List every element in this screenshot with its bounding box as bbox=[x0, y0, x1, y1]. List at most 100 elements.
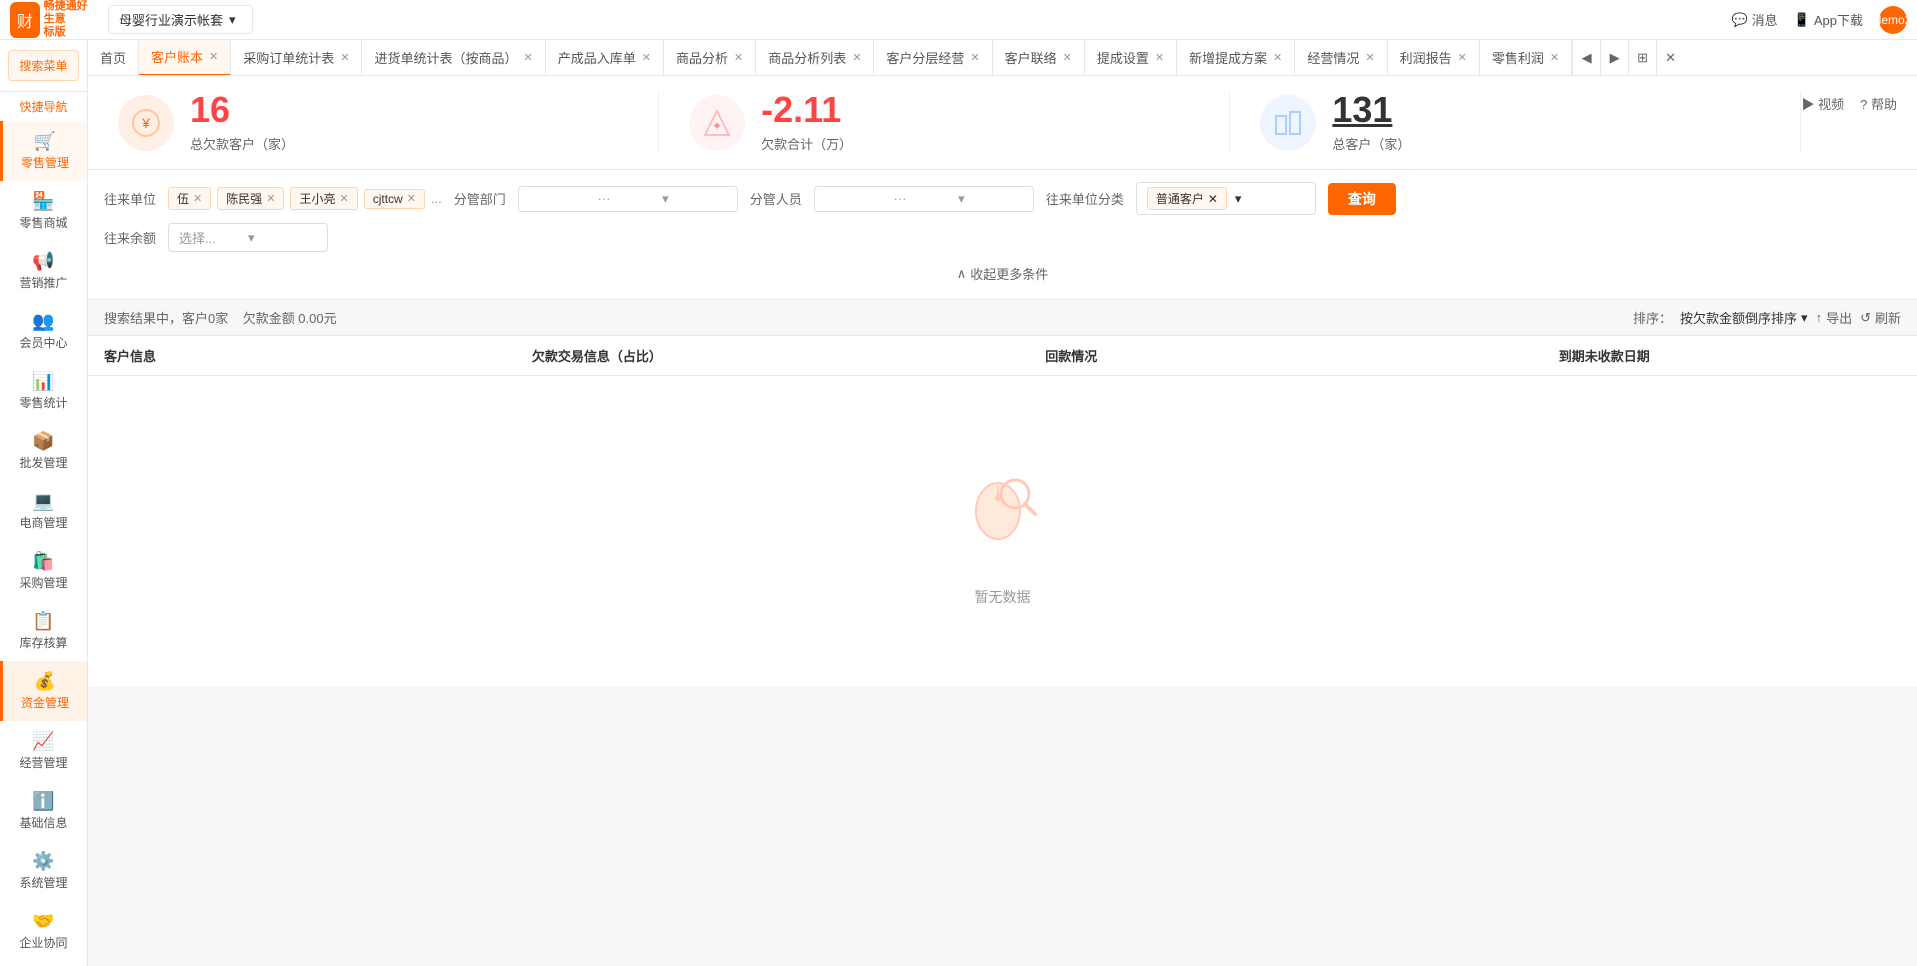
remainder-chevron-icon bbox=[248, 230, 317, 246]
logo-text: 畅捷通好生意 标版 bbox=[44, 0, 98, 39]
stat-icon-orange: ¥ bbox=[118, 95, 174, 151]
person-filter-select[interactable]: ··· bbox=[814, 186, 1034, 212]
sidebar-item-ecommerce[interactable]: 💻 电商管理 bbox=[0, 481, 87, 541]
tab-purchase-order-stats[interactable]: 采购订单统计表 ✕ bbox=[231, 40, 362, 76]
query-button[interactable]: 查询 bbox=[1328, 183, 1396, 215]
tab-inbound-stats[interactable]: 进货单统计表（按商品） ✕ bbox=[362, 40, 545, 76]
sidebar-item-operations[interactable]: 📈 经营管理 bbox=[0, 721, 87, 781]
empty-state-text: 暂无数据 bbox=[975, 587, 1031, 607]
person-chevron-icon bbox=[958, 191, 1023, 207]
filter-tag-wang-close[interactable]: ✕ bbox=[340, 192, 349, 205]
chevron-up-icon: ∧ bbox=[957, 266, 967, 282]
sidebar-item-member[interactable]: 👥 会员中心 bbox=[0, 301, 87, 361]
dept-filter-dots[interactable]: ··· bbox=[597, 191, 662, 206]
tab-close-product-analysis[interactable]: ✕ bbox=[734, 51, 743, 64]
tab-customer-tier[interactable]: 客户分层经营 ✕ bbox=[874, 40, 992, 76]
col-header-debt: 欠款交易信息（占比） bbox=[532, 346, 1045, 365]
tab-nav-next[interactable]: ▶ bbox=[1600, 40, 1628, 76]
export-button[interactable]: ↑ 导出 bbox=[1816, 308, 1853, 327]
filter-tag-cjttcw: cjttcw ✕ bbox=[364, 189, 425, 209]
sidebar-item-inventory[interactable]: 📋 库存核算 bbox=[0, 601, 87, 661]
dept-chevron-icon bbox=[662, 191, 727, 207]
sidebar-item-retail-manage[interactable]: 🛒 零售管理 bbox=[0, 121, 87, 181]
refresh-icon: ↺ bbox=[1860, 310, 1871, 326]
classify-tag-close[interactable]: ✕ bbox=[1208, 192, 1218, 206]
tab-close-customer-account[interactable]: ✕ bbox=[209, 50, 218, 63]
tab-close-all-button[interactable]: ✕ bbox=[1656, 40, 1684, 76]
filter-more-button[interactable]: ... bbox=[431, 191, 442, 206]
refresh-button[interactable]: ↺ 刷新 bbox=[1860, 308, 1901, 327]
sidebar-item-retail-mall[interactable]: 🏪 零售商城 bbox=[0, 181, 87, 241]
table-header: 客户信息 欠款交易信息（占比） 回款情况 到期未收款日期 bbox=[88, 336, 1917, 376]
sidebar-item-purchase[interactable]: 🛍️ 采购管理 bbox=[0, 541, 87, 601]
tab-close-product-analysis-list[interactable]: ✕ bbox=[852, 51, 861, 64]
tab-close-inbound-stats[interactable]: ✕ bbox=[524, 51, 533, 64]
stat-label-debt-amount: 欠款合计（万） bbox=[761, 134, 852, 153]
tab-home[interactable]: 首页 bbox=[88, 40, 139, 76]
video-icon: ▶ bbox=[1801, 97, 1814, 112]
tab-customer-contact[interactable]: 客户联络 ✕ bbox=[993, 40, 1085, 76]
filter-tag-cjttcw-close[interactable]: ✕ bbox=[407, 192, 416, 205]
help-link[interactable]: ? 帮助 bbox=[1860, 94, 1897, 113]
tab-close-customer-contact[interactable]: ✕ bbox=[1063, 51, 1072, 64]
search-menu-button[interactable]: 搜索菜单 bbox=[8, 50, 79, 81]
col-header-date: 到期未收款日期 bbox=[1559, 346, 1901, 365]
quick-nav-button[interactable]: 快捷导航 bbox=[0, 91, 87, 121]
sort-chevron-icon bbox=[1801, 310, 1808, 326]
org-selector[interactable]: 母婴行业演示帐套 bbox=[108, 5, 253, 34]
sidebar-item-system[interactable]: ⚙️ 系统管理 bbox=[0, 841, 87, 901]
sidebar-item-enterprise-coop[interactable]: 🤝 企业协同 bbox=[0, 901, 87, 961]
tab-add-commission-plan[interactable]: 新增提成方案 ✕ bbox=[1177, 40, 1295, 76]
app-download-button[interactable]: 📱 App下载 bbox=[1794, 10, 1863, 29]
remainder-filter-select[interactable]: 选择... bbox=[168, 223, 328, 252]
tab-product-analysis[interactable]: 商品分析 ✕ bbox=[664, 40, 756, 76]
stat-label-debt-customers: 总欠款客户（家） bbox=[190, 134, 294, 153]
finance-icon: 💰 bbox=[3, 671, 87, 692]
tab-close-operations-status[interactable]: ✕ bbox=[1365, 51, 1374, 64]
filter-tag-chen-close[interactable]: ✕ bbox=[266, 192, 275, 205]
org-chevron-icon bbox=[229, 12, 236, 28]
retail-manage-icon: 🛒 bbox=[3, 131, 87, 152]
sidebar-item-new-guide[interactable]: 🎯 新手引导 bbox=[0, 961, 87, 966]
help-icon: ? bbox=[1860, 97, 1867, 112]
video-link[interactable]: ▶ 视频 bbox=[1801, 94, 1844, 113]
tab-customer-account[interactable]: 客户账本 ✕ bbox=[139, 40, 231, 76]
stat-total-debt-amount: ✦ -2.11 欠款合计（万） bbox=[659, 92, 1230, 153]
tab-operations-status[interactable]: 经营情况 ✕ bbox=[1295, 40, 1387, 76]
tab-retail-profit[interactable]: 零售利润 ✕ bbox=[1480, 40, 1572, 76]
avatar[interactable]: demo2 bbox=[1879, 6, 1907, 34]
sidebar-item-finance[interactable]: 💰 资金管理 bbox=[0, 661, 87, 721]
sort-select[interactable]: 按欠款金额倒序排序 bbox=[1680, 308, 1808, 327]
unit-filter-tags: 伍 ✕ 陈民强 ✕ 王小亮 ✕ bbox=[168, 187, 442, 210]
tab-close-commission-settings[interactable]: ✕ bbox=[1155, 51, 1164, 64]
tab-expand-button[interactable]: ⊞ bbox=[1628, 40, 1656, 76]
sidebar-item-batch-manage[interactable]: 📦 批发管理 bbox=[0, 421, 87, 481]
collapse-filters-button[interactable]: ∧ 收起更多条件 bbox=[104, 260, 1901, 287]
tab-close-add-commission-plan[interactable]: ✕ bbox=[1273, 51, 1282, 64]
tab-close-purchase-order-stats[interactable]: ✕ bbox=[340, 51, 349, 64]
retail-stats-icon: 📊 bbox=[0, 371, 87, 392]
sidebar-item-marketing[interactable]: 📢 营销推广 bbox=[0, 241, 87, 301]
sort-label: 排序： bbox=[1633, 308, 1672, 327]
tab-profit-report[interactable]: 利润报告 ✕ bbox=[1388, 40, 1480, 76]
classify-filter[interactable]: 普通客户 ✕ bbox=[1136, 182, 1316, 215]
dept-filter-select[interactable]: ··· bbox=[518, 186, 738, 212]
empty-state: 暂无数据 bbox=[88, 376, 1917, 687]
enterprise-coop-icon: 🤝 bbox=[0, 911, 87, 932]
tab-close-retail-profit[interactable]: ✕ bbox=[1550, 51, 1559, 64]
tab-close-profit-report[interactable]: ✕ bbox=[1458, 51, 1467, 64]
page-content: ¥ 16 总欠款客户（家） ✦ bbox=[88, 76, 1917, 966]
tab-nav-prev[interactable]: ◀ bbox=[1572, 40, 1600, 76]
tab-commission-settings[interactable]: 提成设置 ✕ bbox=[1085, 40, 1177, 76]
sidebar-item-basic-info[interactable]: ℹ️ 基础信息 bbox=[0, 781, 87, 841]
sidebar-item-retail-stats[interactable]: 📊 零售统计 bbox=[0, 361, 87, 421]
filter-tag-wu-close[interactable]: ✕ bbox=[193, 192, 202, 205]
tab-close-customer-tier[interactable]: ✕ bbox=[970, 51, 979, 64]
person-filter-dots[interactable]: ··· bbox=[893, 191, 958, 206]
tab-production-inbound[interactable]: 产成品入库单 ✕ bbox=[546, 40, 664, 76]
tab-product-analysis-list[interactable]: 商品分析列表 ✕ bbox=[756, 40, 874, 76]
classify-filter-label: 往来单位分类 bbox=[1046, 189, 1124, 208]
message-button[interactable]: 💬 消息 bbox=[1731, 10, 1777, 29]
sidebar-search: 搜索菜单 bbox=[0, 40, 87, 91]
tab-close-production-inbound[interactable]: ✕ bbox=[642, 51, 651, 64]
